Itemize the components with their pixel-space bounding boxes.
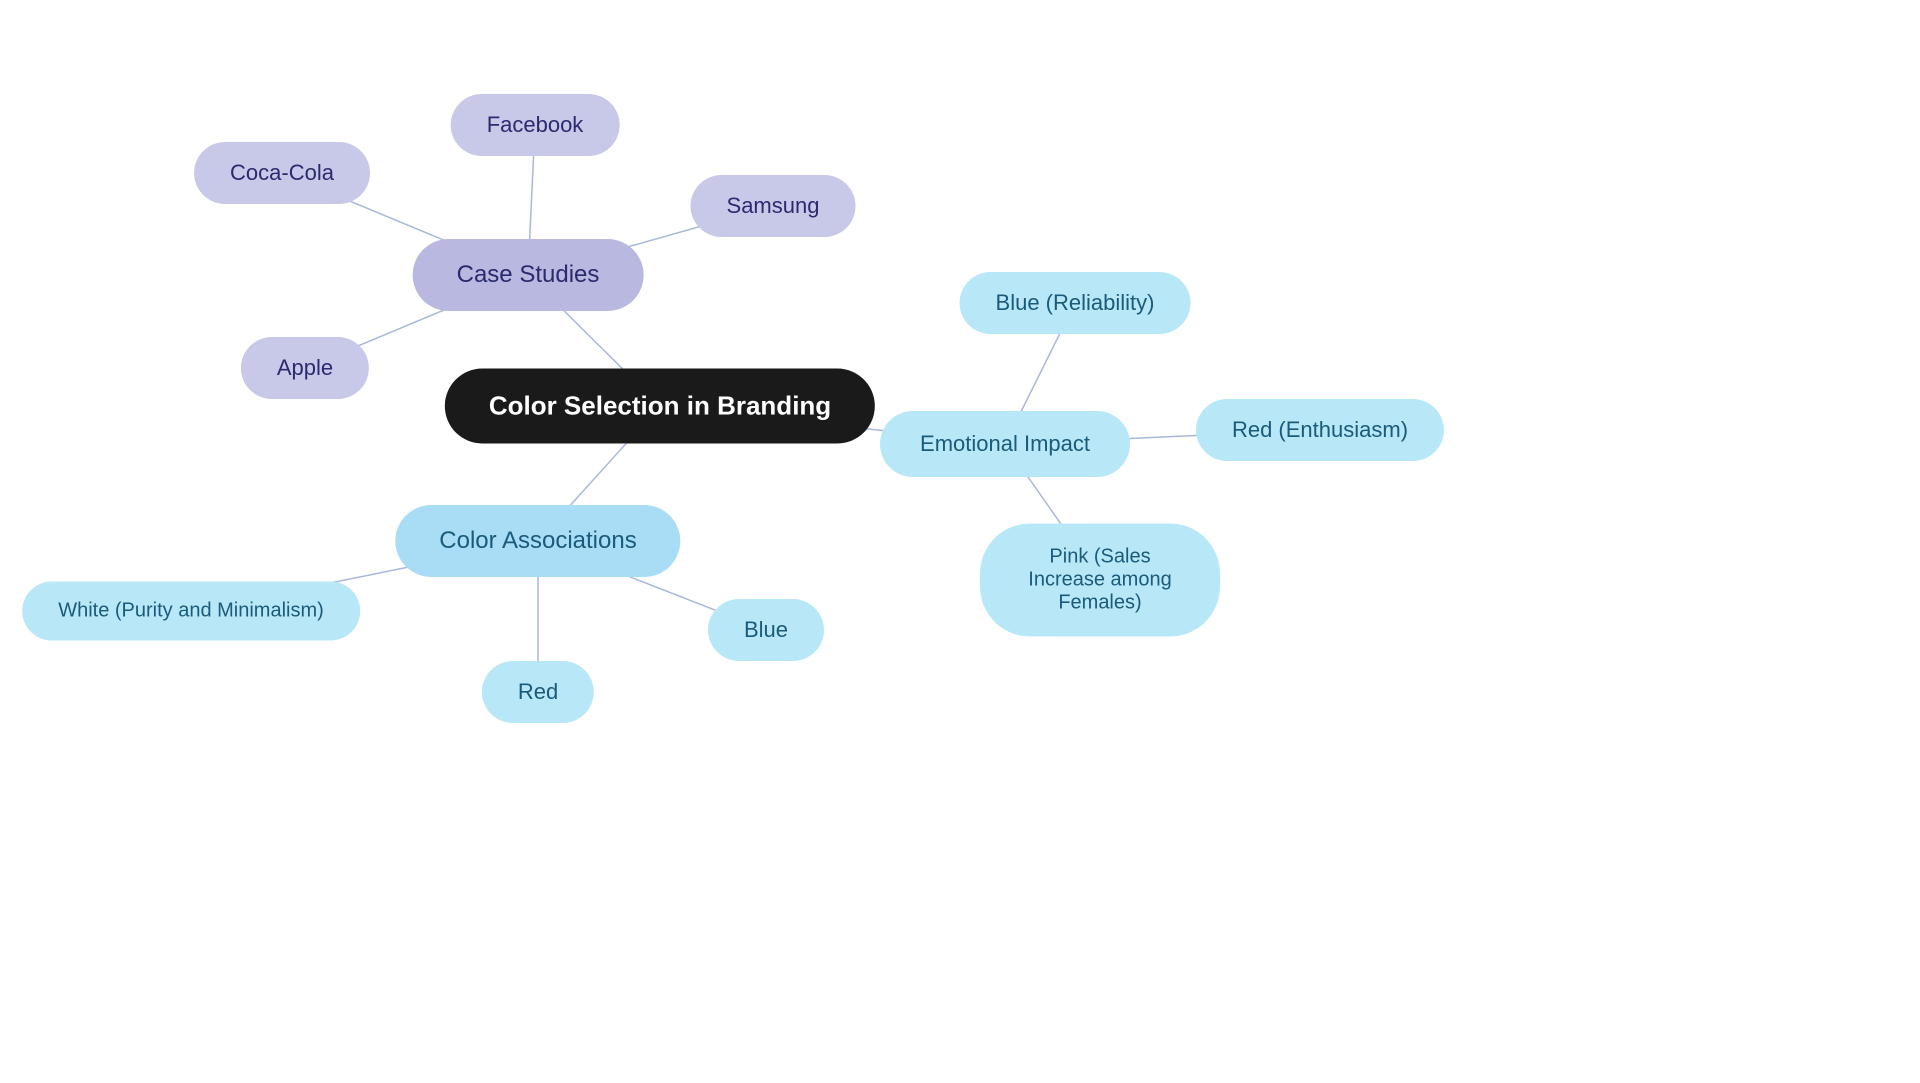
- coca-cola-node[interactable]: Coca-Cola: [194, 142, 370, 204]
- center-node[interactable]: Color Selection in Branding: [445, 369, 875, 444]
- apple-node[interactable]: Apple: [241, 337, 369, 399]
- pink-node[interactable]: Pink (Sales Increase among Females): [980, 524, 1220, 637]
- red-node[interactable]: Red: [482, 661, 594, 723]
- red-enthusiasm-node[interactable]: Red (Enthusiasm): [1196, 399, 1444, 461]
- emotional-impact-node[interactable]: Emotional Impact: [880, 411, 1130, 477]
- blue-node[interactable]: Blue: [708, 599, 824, 661]
- blue-reliability-node[interactable]: Blue (Reliability): [960, 272, 1191, 334]
- case-studies-node[interactable]: Case Studies: [413, 239, 644, 311]
- color-associations-node[interactable]: Color Associations: [395, 505, 680, 577]
- white-node[interactable]: White (Purity and Minimalism): [22, 582, 360, 641]
- facebook-node[interactable]: Facebook: [451, 94, 620, 156]
- samsung-node[interactable]: Samsung: [691, 175, 856, 237]
